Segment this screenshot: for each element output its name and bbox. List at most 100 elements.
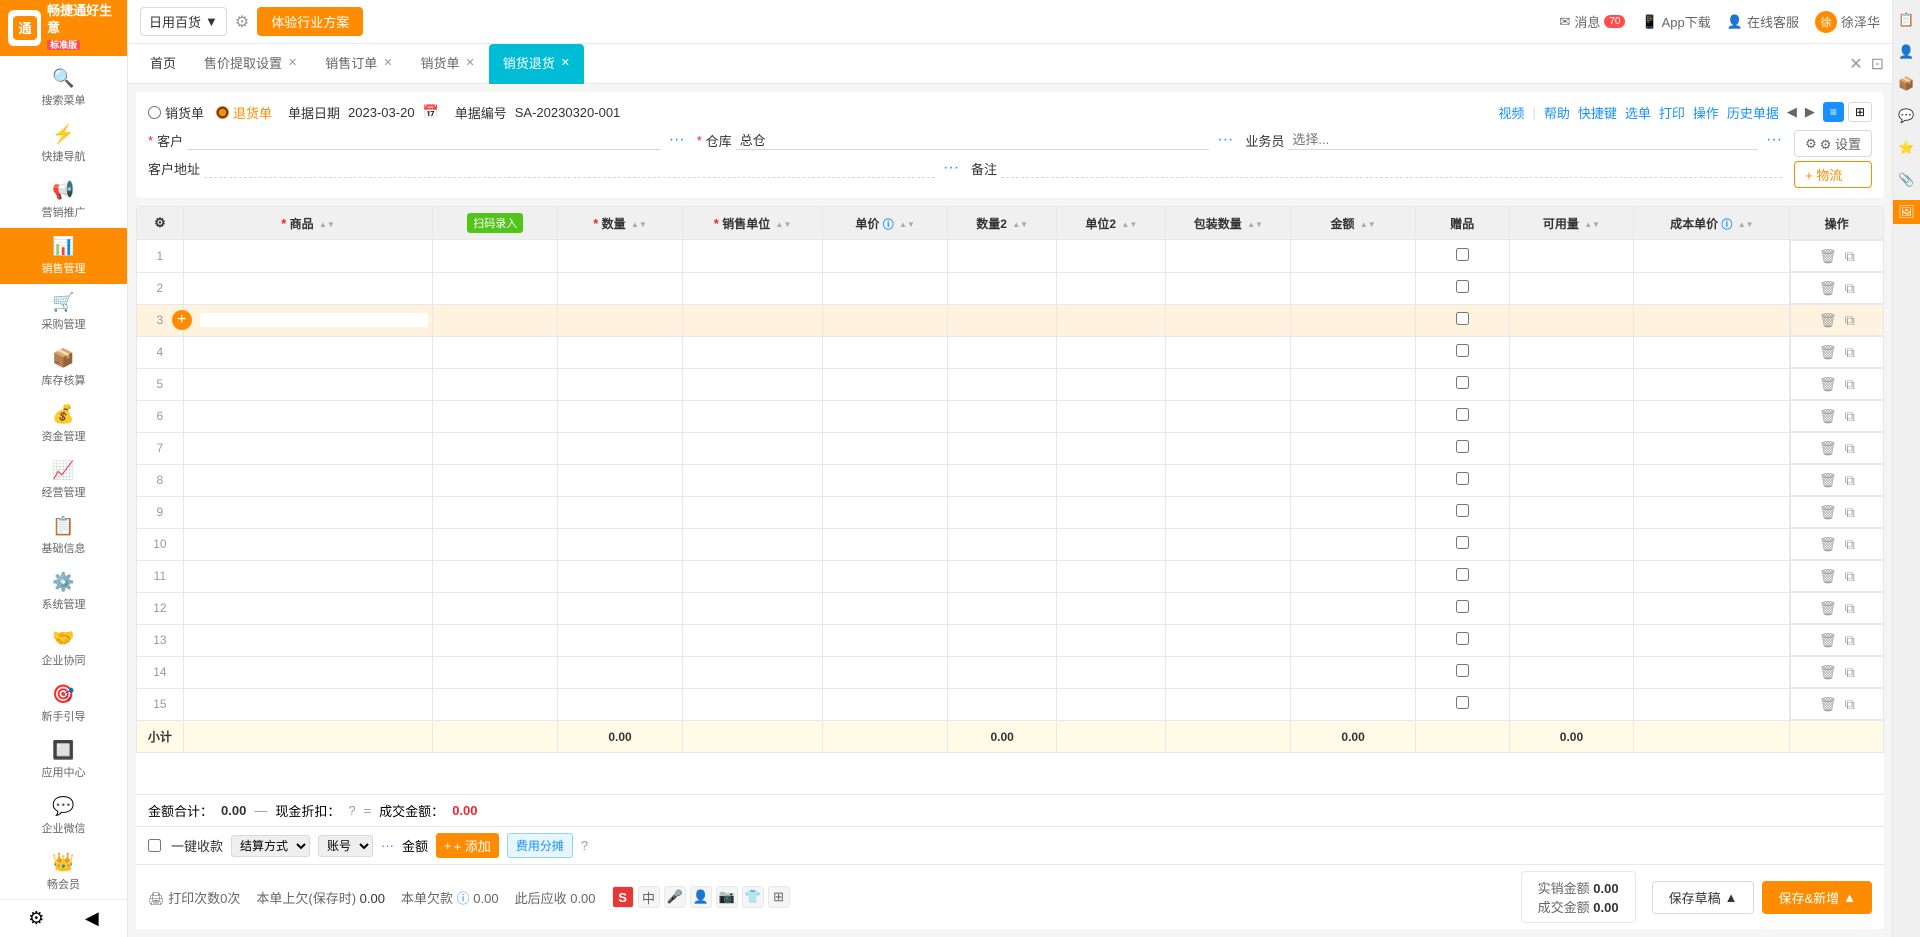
radio-return-input[interactable] [216, 106, 229, 119]
row-quantity-cell[interactable] [558, 688, 683, 721]
row-unit2-cell[interactable] [1057, 592, 1166, 624]
delete-row-btn[interactable]: 🗑 [1817, 278, 1839, 299]
next-doc-icon[interactable]: ▶ [1805, 104, 1815, 120]
row-quantity-cell[interactable] [558, 272, 683, 304]
chinese-icon-btn[interactable]: 中 [638, 886, 660, 908]
row-quantity-cell[interactable] [558, 432, 683, 464]
row-price-cell[interactable] [823, 528, 948, 560]
row-price-cell[interactable] [823, 304, 948, 336]
row-quantity-cell[interactable] [558, 592, 683, 624]
row-product-cell[interactable] [183, 272, 433, 304]
row-pack-qty-cell[interactable] [1166, 496, 1291, 528]
row-available-cell[interactable] [1509, 464, 1634, 496]
gift-checkbox[interactable] [1456, 696, 1469, 709]
copy-row-btn[interactable]: ⧉ [1843, 502, 1857, 523]
tab-sale-goods-close[interactable]: ✕ [466, 56, 475, 69]
row-quantity-cell[interactable] [558, 368, 683, 400]
row-price-cell[interactable] [823, 496, 948, 528]
row-cost-price-cell[interactable] [1634, 656, 1790, 688]
row-quantity-cell[interactable] [558, 464, 683, 496]
row-qty2-cell[interactable] [948, 272, 1057, 304]
row-cost-price-cell[interactable] [1634, 688, 1790, 721]
row-qty2-cell[interactable] [948, 368, 1057, 400]
maximize-icon[interactable]: ⊡ [1871, 54, 1884, 74]
row-unit2-cell[interactable] [1057, 240, 1166, 273]
row-quantity-cell[interactable] [558, 656, 683, 688]
gift-checkbox[interactable] [1456, 504, 1469, 517]
row-product-cell[interactable] [183, 528, 433, 560]
row-cost-price-cell[interactable] [1634, 336, 1790, 368]
tab-sale-price-close[interactable]: ✕ [288, 56, 297, 69]
row-qty2-cell[interactable] [948, 304, 1057, 336]
sort-amount-icon[interactable]: ▲▼ [1360, 220, 1376, 229]
row-available-cell[interactable] [1509, 240, 1634, 273]
delete-row-btn[interactable]: 🗑 [1817, 694, 1839, 715]
sidebar-item-quick-nav[interactable]: ⚡ 快捷导航 [0, 116, 127, 172]
sort-product-icon[interactable]: ▲▼ [319, 220, 335, 229]
row-pack-qty-cell[interactable] [1166, 304, 1291, 336]
tab-home[interactable]: 首页 [136, 44, 190, 84]
row-amount-cell[interactable] [1291, 624, 1416, 656]
row-cost-price-cell[interactable] [1634, 592, 1790, 624]
row-pack-qty-cell[interactable] [1166, 560, 1291, 592]
mic-icon-btn[interactable]: 🎤 [664, 886, 686, 908]
rp-icon-1[interactable]: 📋 [1894, 8, 1918, 32]
row-unit2-cell[interactable] [1057, 496, 1166, 528]
rp-icon-6[interactable]: 📎 [1894, 168, 1918, 192]
row-qty2-cell[interactable] [948, 336, 1057, 368]
row-quantity-cell[interactable] [558, 240, 683, 273]
delete-row-btn[interactable]: 🗑 [1817, 342, 1839, 363]
address-input[interactable] [204, 158, 935, 178]
user-profile[interactable]: 徐 徐泽华 [1815, 11, 1880, 33]
sidebar-item-operation[interactable]: 📈 经营管理 [0, 452, 127, 508]
row-unit-cell[interactable] [682, 688, 822, 721]
row-pack-qty-cell[interactable] [1166, 400, 1291, 432]
help-icon-discount[interactable]: ? [348, 803, 355, 818]
row-unit2-cell[interactable] [1057, 400, 1166, 432]
row-available-cell[interactable] [1509, 496, 1634, 528]
row-available-cell[interactable] [1509, 560, 1634, 592]
row-gift-cell[interactable] [1416, 496, 1510, 528]
row-price-cell[interactable] [823, 432, 948, 464]
row-price-cell[interactable] [823, 656, 948, 688]
row-gift-cell[interactable] [1416, 592, 1510, 624]
row-qty2-cell[interactable] [948, 240, 1057, 273]
row-cost-price-cell[interactable] [1634, 240, 1790, 273]
row-unit-cell[interactable] [682, 624, 822, 656]
row-available-cell[interactable] [1509, 272, 1634, 304]
row-gift-cell[interactable] [1416, 528, 1510, 560]
tab-sale-goods[interactable]: 销货单 ✕ [406, 44, 488, 84]
row-qty2-cell[interactable] [948, 688, 1057, 721]
row-cost-price-cell[interactable] [1634, 272, 1790, 304]
copy-row-btn[interactable]: ⧉ [1843, 310, 1857, 331]
settings-gear-icon[interactable]: ⚙ [235, 12, 249, 32]
gift-checkbox[interactable] [1456, 376, 1469, 389]
gift-checkbox[interactable] [1456, 664, 1469, 677]
calendar-icon[interactable]: 📅 [423, 104, 439, 120]
sidebar-item-app-center[interactable]: 🔲 应用中心 [0, 732, 127, 788]
row-qty2-cell[interactable] [948, 592, 1057, 624]
row-unit-cell[interactable] [682, 656, 822, 688]
row-unit-cell[interactable] [682, 528, 822, 560]
sidebar-item-system[interactable]: ⚙️ 系统管理 [0, 564, 127, 620]
row-cost-price-cell[interactable] [1634, 368, 1790, 400]
row-unit-cell[interactable] [682, 304, 822, 336]
copy-row-btn[interactable]: ⧉ [1843, 374, 1857, 395]
print-link[interactable]: 打印 [1659, 103, 1685, 122]
customer-picker-icon[interactable]: ··· [669, 131, 685, 149]
row-unit-cell[interactable] [682, 368, 822, 400]
fee-split-btn[interactable]: 费用分摊 [507, 833, 573, 858]
tab-sale-order[interactable]: 销售订单 ✕ [311, 44, 406, 84]
row-unit2-cell[interactable] [1057, 272, 1166, 304]
calc-method-select[interactable]: 结算方式 [231, 835, 310, 857]
rp-icon-active[interactable]: 🖼 [1893, 200, 1920, 224]
copy-row-btn[interactable]: ⧉ [1843, 534, 1857, 555]
copy-row-btn[interactable]: ⧉ [1843, 342, 1857, 363]
row-amount-cell[interactable] [1291, 272, 1416, 304]
copy-row-btn[interactable]: ⧉ [1843, 246, 1857, 267]
address-picker-icon[interactable]: ··· [943, 159, 959, 177]
row-qty2-cell[interactable] [948, 528, 1057, 560]
rp-icon-2[interactable]: 👤 [1894, 40, 1918, 64]
row-amount-cell[interactable] [1291, 496, 1416, 528]
shirt-icon-btn[interactable]: 👕 [742, 886, 764, 908]
